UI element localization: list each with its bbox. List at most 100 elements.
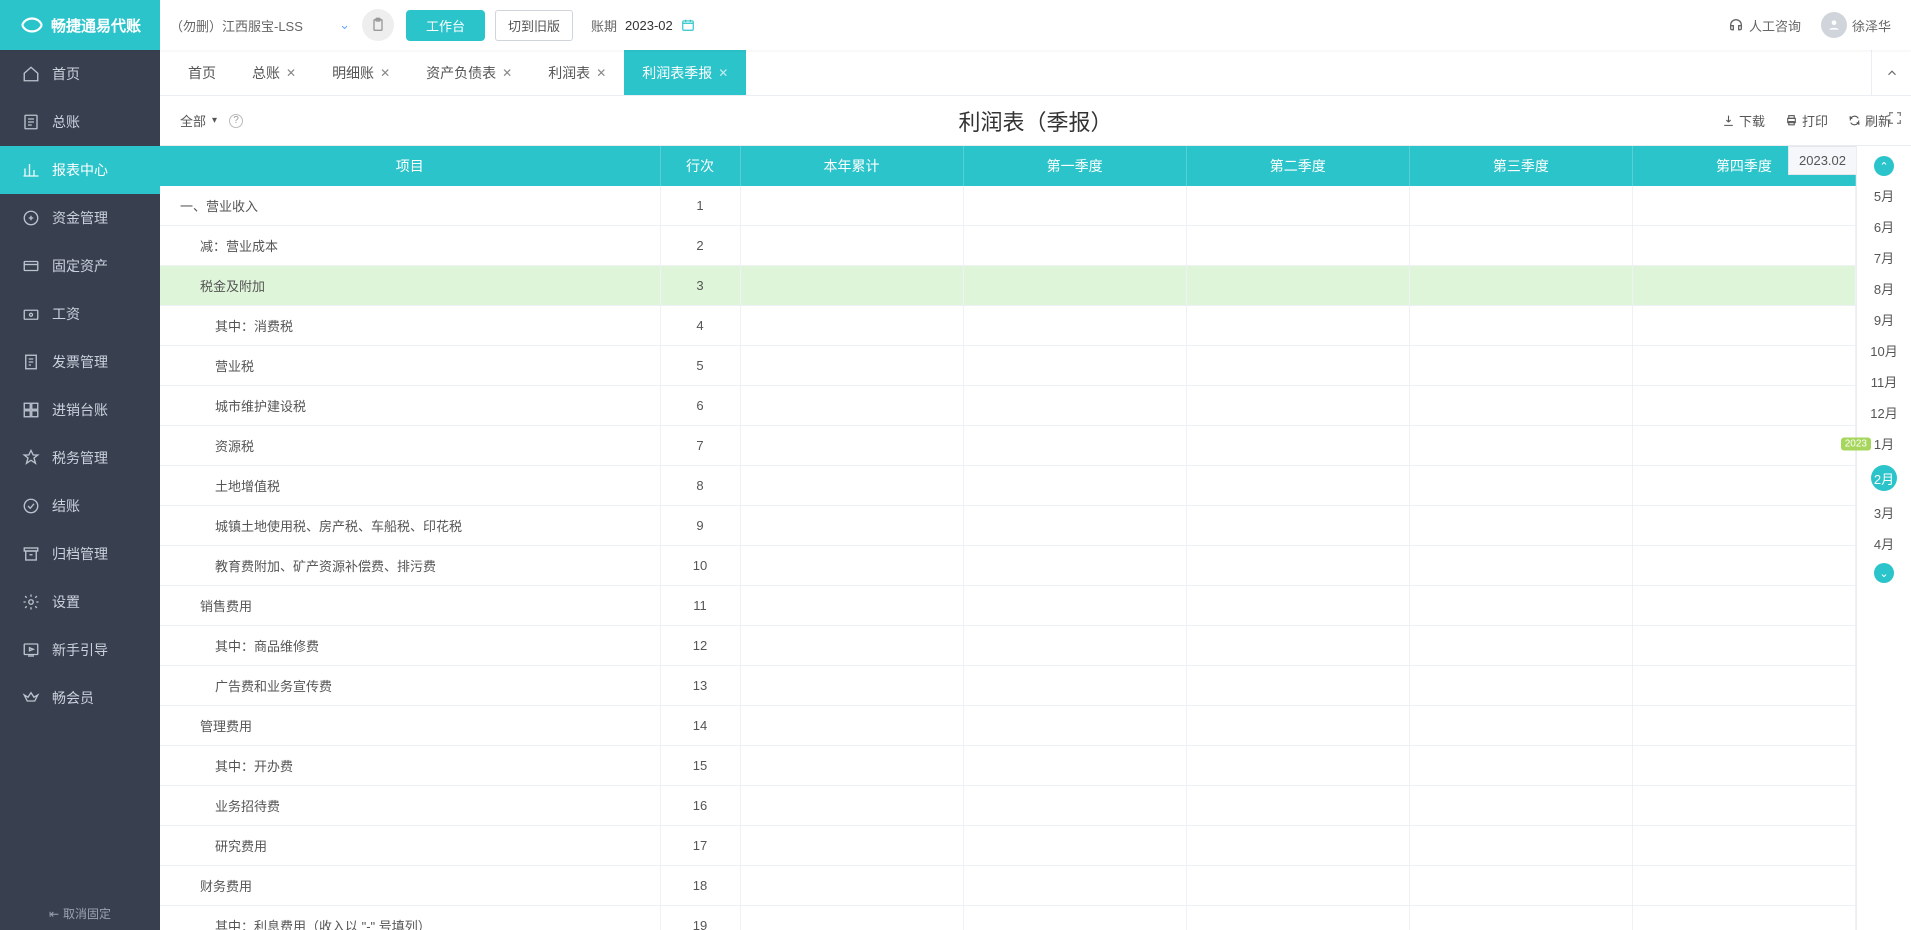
- sidebar-item-ledger[interactable]: 总账: [0, 98, 160, 146]
- sidebar-item-asset[interactable]: 固定资产: [0, 242, 160, 290]
- period-month[interactable]: 6月: [1857, 211, 1911, 242]
- row-value: [1632, 546, 1855, 586]
- sidebar-item-funds[interactable]: 资金管理: [0, 194, 160, 242]
- row-value: [963, 426, 1186, 466]
- download-button[interactable]: 下载: [1722, 111, 1765, 130]
- row-number: 12: [660, 626, 740, 666]
- table-row[interactable]: 其中：开办费15: [160, 746, 1856, 786]
- tab-collapse-button[interactable]: [1871, 50, 1911, 95]
- period-month[interactable]: 10月: [1857, 335, 1911, 366]
- period-month[interactable]: 20231月: [1857, 428, 1911, 459]
- help-icon[interactable]: ?: [229, 114, 243, 128]
- period-month[interactable]: 8月: [1857, 273, 1911, 304]
- row-value: [1632, 906, 1855, 930]
- close-icon[interactable]: ✕: [502, 66, 512, 80]
- table-row[interactable]: 一、营业收入1: [160, 186, 1856, 226]
- tab-5[interactable]: 利润表季报✕: [624, 50, 746, 95]
- table-row[interactable]: 减：营业成本2: [160, 226, 1856, 266]
- table-row[interactable]: 其中：商品维修费12: [160, 626, 1856, 666]
- period-month[interactable]: 12月: [1857, 397, 1911, 428]
- period-date-picker[interactable]: 2023-02: [625, 18, 673, 33]
- tab-3[interactable]: 资产负债表✕: [408, 50, 530, 95]
- table-row[interactable]: 营业税5: [160, 346, 1856, 386]
- row-label: 管理费用: [160, 706, 660, 746]
- period-month[interactable]: 3月: [1857, 497, 1911, 528]
- filter-dropdown[interactable]: 全部 ▾ ?: [180, 111, 243, 130]
- row-label: 销售费用: [160, 586, 660, 626]
- period-down-button[interactable]: ⌄: [1874, 563, 1894, 583]
- row-value: [740, 666, 963, 706]
- table-row[interactable]: 广告费和业务宣传费13: [160, 666, 1856, 706]
- row-number: 8: [660, 466, 740, 506]
- table-row[interactable]: 研究费用17: [160, 826, 1856, 866]
- sidebar-item-label: 资金管理: [52, 208, 108, 228]
- tab-2[interactable]: 明细账✕: [314, 50, 408, 95]
- row-label: 教育费附加、矿产资源补偿费、排污费: [160, 546, 660, 586]
- period-up-button[interactable]: ⌃: [1874, 156, 1894, 176]
- fullscreen-button[interactable]: [1887, 110, 1903, 129]
- period-month[interactable]: 5月: [1857, 180, 1911, 211]
- table-row[interactable]: 城市维护建设税6: [160, 386, 1856, 426]
- company-selector[interactable]: （勿删）江西服宝-LSS ⌄: [170, 16, 350, 35]
- row-value: [1409, 706, 1632, 746]
- refresh-button[interactable]: 刷新: [1848, 111, 1891, 130]
- table-header: 本年累计: [740, 146, 963, 186]
- table-row[interactable]: 其中：消费税4: [160, 306, 1856, 346]
- table-row[interactable]: 城镇土地使用税、房产税、车船税、印花税9: [160, 506, 1856, 546]
- table-row[interactable]: 销售费用11: [160, 586, 1856, 626]
- sidebar-item-home[interactable]: 首页: [0, 50, 160, 98]
- vip-icon: [22, 689, 40, 707]
- period-month[interactable]: 11月: [1857, 366, 1911, 397]
- table-row[interactable]: 土地增值税8: [160, 466, 1856, 506]
- clipboard-button[interactable]: [362, 9, 394, 41]
- sidebar-item-archive[interactable]: 归档管理: [0, 530, 160, 578]
- home-icon: [22, 65, 40, 83]
- calendar-icon[interactable]: [681, 18, 695, 32]
- chevron-down-icon: ⌄: [339, 17, 350, 33]
- table-row[interactable]: 教育费附加、矿产资源补偿费、排污费10: [160, 546, 1856, 586]
- switch-old-button[interactable]: 切到旧版: [495, 10, 573, 41]
- table-row[interactable]: 业务招待费16: [160, 786, 1856, 826]
- sidebar-item-tax[interactable]: 税务管理: [0, 434, 160, 482]
- row-value: [1409, 346, 1632, 386]
- sidebar-item-stock[interactable]: 进销台账: [0, 386, 160, 434]
- workbench-button[interactable]: 工作台: [406, 10, 485, 41]
- sidebar-item-guide[interactable]: 新手引导: [0, 626, 160, 674]
- row-value: [1186, 666, 1409, 706]
- close-icon[interactable]: ✕: [718, 66, 728, 80]
- tab-1[interactable]: 总账✕: [234, 50, 314, 95]
- period-month[interactable]: 2月: [1857, 459, 1911, 497]
- sidebar-item-vip[interactable]: 畅会员: [0, 674, 160, 722]
- tab-4[interactable]: 利润表✕: [530, 50, 624, 95]
- row-number: 7: [660, 426, 740, 466]
- table-row[interactable]: 税金及附加3: [160, 266, 1856, 306]
- row-value: [963, 826, 1186, 866]
- sidebar-item-label: 发票管理: [52, 352, 108, 372]
- sidebar-item-label: 归档管理: [52, 544, 108, 564]
- table-row[interactable]: 管理费用14: [160, 706, 1856, 746]
- period-month[interactable]: 9月: [1857, 304, 1911, 335]
- close-icon[interactable]: ✕: [380, 66, 390, 80]
- table-row[interactable]: 其中：利息费用（收入以 "-" 号填列）19: [160, 906, 1856, 930]
- row-value: [740, 306, 963, 346]
- period-month[interactable]: 7月: [1857, 242, 1911, 273]
- sidebar-item-settings[interactable]: 设置: [0, 578, 160, 626]
- unpin-sidebar[interactable]: ⇤取消固定: [0, 897, 160, 930]
- print-button[interactable]: 打印: [1785, 111, 1828, 130]
- row-value: [1632, 346, 1855, 386]
- sidebar-item-salary[interactable]: 工资: [0, 290, 160, 338]
- user-menu[interactable]: 徐泽华: [1821, 12, 1891, 38]
- close-icon[interactable]: ✕: [286, 66, 296, 80]
- row-value: [740, 506, 963, 546]
- close-icon[interactable]: ✕: [596, 66, 606, 80]
- sidebar-item-close[interactable]: 结账: [0, 482, 160, 530]
- period-month[interactable]: 4月: [1857, 528, 1911, 559]
- row-value: [963, 226, 1186, 266]
- tab-0[interactable]: 首页: [170, 50, 234, 95]
- table-row[interactable]: 财务费用18: [160, 866, 1856, 906]
- table-row[interactable]: 资源税7: [160, 426, 1856, 466]
- row-value: [1632, 386, 1855, 426]
- sidebar-item-report[interactable]: 报表中心: [0, 146, 160, 194]
- sidebar-item-invoice[interactable]: 发票管理: [0, 338, 160, 386]
- support-link[interactable]: 人工咨询: [1728, 16, 1801, 35]
